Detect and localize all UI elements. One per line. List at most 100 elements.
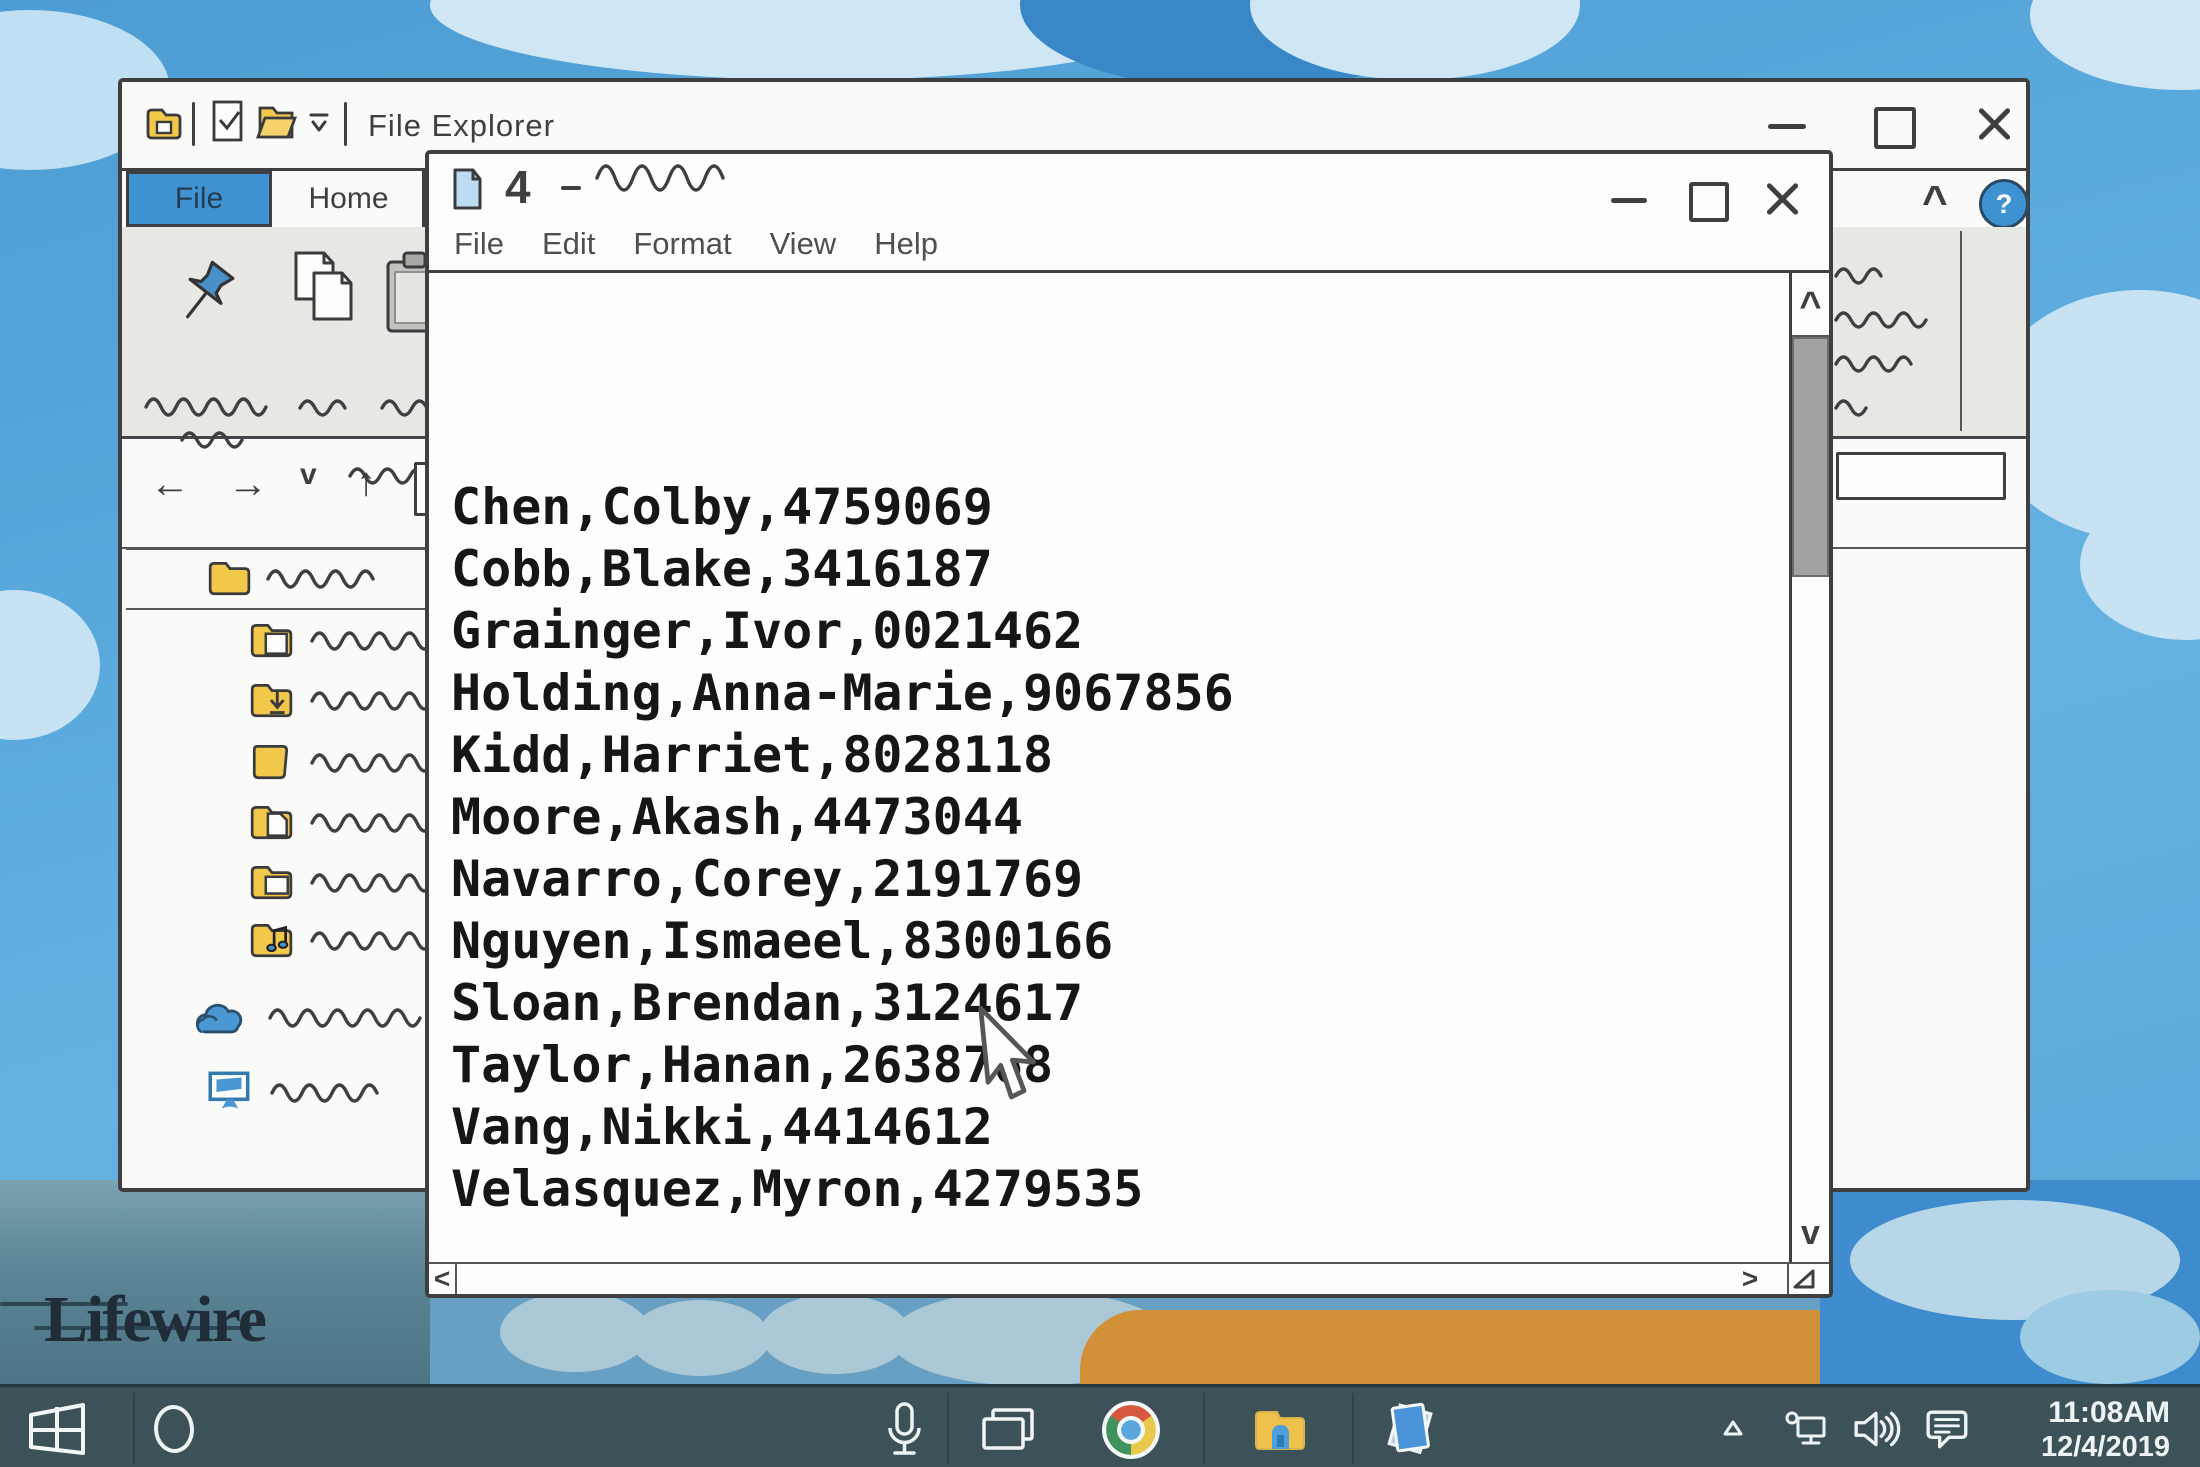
tab-file[interactable]: File (126, 171, 272, 227)
cortana-button[interactable] (150, 1403, 198, 1455)
notepad-file-icon (449, 166, 485, 217)
back-icon[interactable]: ← (150, 462, 190, 507)
windows-logo-icon (29, 1403, 85, 1455)
file-explorer-button[interactable] (1250, 1403, 1310, 1455)
menu-item[interactable]: File (454, 226, 504, 262)
help-glyph: ? (1995, 188, 2013, 219)
sidebar-item-downloads[interactable] (248, 678, 464, 720)
volume-tray-button[interactable] (1850, 1407, 1904, 1451)
text-line: Sloan,Brendan,3124617 (451, 974, 1084, 1032)
show-hidden-icons-button[interactable] (1718, 1413, 1748, 1443)
dictation-button[interactable] (878, 1399, 932, 1459)
tab-home[interactable]: Home (275, 171, 425, 227)
folder-documents-icon (252, 745, 289, 780)
cloud (2020, 1290, 2200, 1384)
scroll-left-icon: < (433, 1263, 451, 1294)
horizontal-scrollbar[interactable]: < > (429, 1262, 1829, 1294)
menu-item[interactable]: Help (874, 226, 938, 262)
vertical-scrollbar[interactable]: ^ v (1789, 273, 1829, 1262)
up-icon[interactable]: ↑ (356, 460, 376, 505)
menu-item[interactable]: Format (633, 226, 731, 262)
np-menu-bar: File Edit Format View Help (454, 226, 938, 262)
task-view-icon (982, 1408, 1034, 1450)
text-line: Cobb,Blake,3416187 (451, 540, 993, 598)
ribbon-divider (1960, 231, 1962, 431)
save-folder-icon[interactable] (144, 104, 184, 147)
start-button[interactable] (22, 1399, 92, 1459)
open-folder-icon[interactable] (254, 100, 300, 149)
minimize-icon[interactable] (1768, 124, 1806, 129)
scroll-left-button[interactable]: < (429, 1264, 457, 1294)
menu-item[interactable]: View (770, 226, 837, 262)
speaker-icon (1854, 1411, 1901, 1447)
title-dash (561, 186, 581, 190)
chevron-down-icon[interactable] (306, 110, 332, 141)
text-line: Kidd,Harriet,8028118 (451, 726, 1054, 784)
copy-documents-icon[interactable] (288, 249, 370, 346)
file-explorer-icon (1255, 1411, 1305, 1450)
help-icon[interactable]: ? (1979, 179, 2029, 229)
lifewire-logo: Lifewire (44, 1283, 267, 1356)
monitor-icon (208, 1071, 250, 1109)
text-line: Navarro,Corey,2191769 (451, 850, 1084, 908)
forward-icon[interactable]: → (228, 462, 268, 507)
text-line: Moore,Akash,4473044 (451, 788, 1023, 846)
minimize-icon[interactable] (1611, 198, 1647, 203)
sidebar-item-music[interactable] (248, 918, 434, 960)
notebook-app-button[interactable] (1382, 1399, 1440, 1459)
toolbar-divider (344, 102, 347, 146)
taskbar-divider (133, 1393, 135, 1464)
pin-icon[interactable] (162, 257, 246, 358)
scroll-up-icon: ^ (1799, 285, 1822, 327)
sidebar-item-pictures[interactable] (248, 800, 464, 842)
scroll-down-button[interactable]: v (1792, 1205, 1829, 1262)
placeholder-squiggle (1834, 355, 1926, 378)
task-view-button[interactable] (978, 1403, 1038, 1455)
chevron-up-icon (1723, 1420, 1743, 1436)
chrome-button[interactable] (1100, 1399, 1162, 1461)
resize-grip-icon (1793, 1269, 1815, 1289)
folder-icon (208, 562, 251, 596)
sidebar-item-desktop[interactable] (248, 618, 449, 660)
menu-divider (429, 270, 1829, 273)
network-icon (1785, 1411, 1826, 1445)
placeholder-squiggle (310, 930, 440, 956)
scroll-right-button[interactable]: > (1735, 1264, 1765, 1294)
text-line: Vang,Nikki,4414612 (451, 1098, 993, 1156)
sidebar-item-this-pc[interactable] (204, 1068, 379, 1114)
text-line: Taylor,Hanan,2638768 (451, 1036, 1054, 1094)
sea-foam (500, 1292, 650, 1372)
taskbar-divider (1203, 1393, 1205, 1464)
resize-grip[interactable] (1787, 1264, 1831, 1294)
clock-time: 11:08AM (2048, 1396, 2170, 1429)
recent-locations-icon[interactable]: v (300, 458, 317, 492)
microphone-icon (888, 1402, 921, 1455)
close-icon[interactable] (1763, 180, 1801, 218)
cloud-icon (195, 1003, 243, 1034)
maximize-icon[interactable] (1689, 182, 1729, 222)
taskbar-divider (1352, 1393, 1354, 1464)
np-title-bar[interactable]: 4 (429, 154, 1829, 222)
close-icon[interactable] (1975, 105, 2013, 143)
sidebar-item-quick-access[interactable] (206, 556, 375, 598)
action-center-button[interactable] (1922, 1405, 1974, 1455)
cortana-circle-icon (152, 1403, 196, 1455)
maximize-icon[interactable] (1874, 107, 1916, 149)
menu-item[interactable]: Edit (542, 226, 595, 262)
text-area[interactable]: Chen,Colby,4759069 Cobb,Blake,3416187 Grai… (451, 290, 1781, 1220)
check-document-icon[interactable] (210, 98, 248, 151)
text-line: Grainger,Ivor,0021462 (451, 602, 1084, 660)
tab-file-label: File (174, 182, 224, 215)
placeholder-squiggle (144, 397, 269, 422)
sand-bank (1080, 1310, 1830, 1384)
scrollbar-thumb[interactable] (1792, 337, 1829, 577)
taskbar-clock[interactable]: 11:08AM 12/4/2019 (2000, 1395, 2170, 1465)
scroll-up-button[interactable]: ^ (1792, 273, 1829, 337)
sidebar-item-onedrive[interactable] (192, 998, 422, 1038)
sidebar-item-videos[interactable] (248, 860, 449, 902)
ribbon-collapse-icon[interactable]: ^ (1922, 177, 1948, 227)
network-tray-button[interactable] (1782, 1407, 1832, 1451)
placeholder-squiggle (266, 568, 386, 594)
notepad-window: 4 File Edit Format View Help Chen,Colby,4759… (425, 150, 1833, 1298)
search-box[interactable] (1836, 452, 2006, 500)
